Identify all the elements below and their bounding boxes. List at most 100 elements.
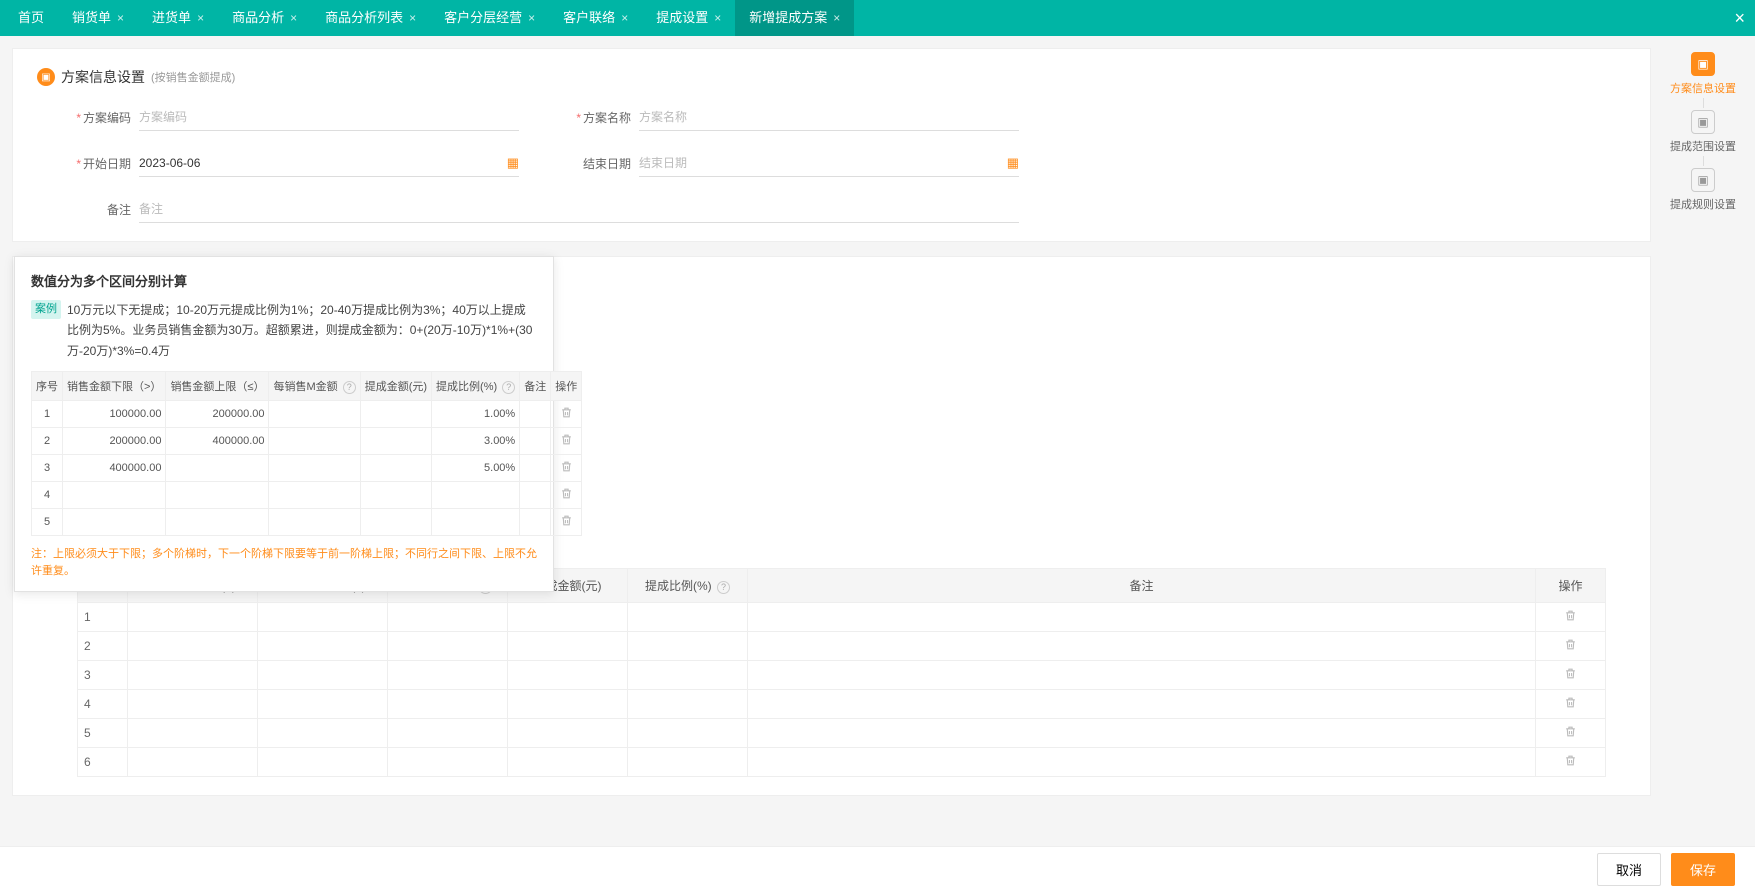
close-icon[interactable]: × <box>833 0 840 36</box>
cell-per-m[interactable] <box>269 401 360 428</box>
cell-lower[interactable] <box>128 748 258 777</box>
cell-lower[interactable] <box>63 482 166 509</box>
delete-icon[interactable] <box>560 487 573 500</box>
close-icon[interactable]: × <box>117 0 124 36</box>
cell-remark[interactable] <box>520 509 551 536</box>
delete-icon[interactable] <box>1564 667 1577 680</box>
cell-ratio[interactable]: 3.00% <box>432 428 520 455</box>
cell-upper[interactable]: 400000.00 <box>166 428 269 455</box>
tab-home[interactable]: 首页 <box>4 0 58 36</box>
cell-remark[interactable] <box>748 661 1536 690</box>
delete-icon[interactable] <box>560 514 573 527</box>
tab-product-analysis-list[interactable]: 商品分析列表× <box>311 0 430 36</box>
close-icon[interactable]: × <box>621 0 628 36</box>
cell-ratio[interactable]: 1.00% <box>432 401 520 428</box>
delete-icon[interactable] <box>1564 638 1577 651</box>
cell-upper[interactable] <box>258 632 388 661</box>
cell-per-m[interactable] <box>388 632 508 661</box>
cell-upper[interactable] <box>258 748 388 777</box>
cell-upper[interactable] <box>258 603 388 632</box>
cell-amount[interactable] <box>360 428 431 455</box>
cell-remark[interactable] <box>520 401 551 428</box>
close-icon[interactable]: × <box>409 0 416 36</box>
cell-ratio[interactable] <box>628 719 748 748</box>
cell-ratio[interactable] <box>628 603 748 632</box>
delete-icon[interactable] <box>560 406 573 419</box>
cell-ratio[interactable] <box>432 482 520 509</box>
cell-amount[interactable] <box>508 690 628 719</box>
save-button[interactable]: 保存 <box>1671 853 1735 886</box>
cell-upper[interactable] <box>166 482 269 509</box>
remark-input[interactable] <box>139 202 1019 216</box>
delete-icon[interactable] <box>560 460 573 473</box>
cell-lower[interactable] <box>128 632 258 661</box>
delete-icon[interactable] <box>1564 725 1577 738</box>
close-icon[interactable]: × <box>714 0 721 36</box>
cell-remark[interactable] <box>520 482 551 509</box>
tab-product-analysis[interactable]: 商品分析× <box>218 0 311 36</box>
start-date-input[interactable] <box>139 156 507 170</box>
cell-ratio[interactable] <box>628 748 748 777</box>
cell-amount[interactable] <box>360 509 431 536</box>
cell-amount[interactable] <box>508 748 628 777</box>
tab-commission-settings[interactable]: 提成设置× <box>642 0 735 36</box>
cell-amount[interactable] <box>508 719 628 748</box>
delete-icon[interactable] <box>1564 609 1577 622</box>
delete-icon[interactable] <box>1564 754 1577 767</box>
cell-per-m[interactable] <box>388 603 508 632</box>
cell-remark[interactable] <box>520 455 551 482</box>
delete-icon[interactable] <box>1564 696 1577 709</box>
cell-lower[interactable] <box>128 690 258 719</box>
tab-customer-contact[interactable]: 客户联络× <box>549 0 642 36</box>
cell-remark[interactable] <box>748 748 1536 777</box>
cell-lower[interactable] <box>128 603 258 632</box>
cell-remark[interactable] <box>748 603 1536 632</box>
cell-ratio[interactable] <box>628 661 748 690</box>
cell-lower[interactable] <box>63 509 166 536</box>
calendar-icon[interactable]: ▦ <box>507 155 519 171</box>
cell-per-m[interactable] <box>269 509 360 536</box>
cell-upper[interactable] <box>258 661 388 690</box>
cell-ratio[interactable] <box>628 632 748 661</box>
cell-ratio[interactable]: 5.00% <box>432 455 520 482</box>
cell-upper[interactable] <box>258 690 388 719</box>
cell-remark[interactable] <box>748 690 1536 719</box>
cell-per-m[interactable] <box>269 482 360 509</box>
cell-lower[interactable]: 200000.00 <box>63 428 166 455</box>
delete-icon[interactable] <box>560 433 573 446</box>
cell-per-m[interactable] <box>388 719 508 748</box>
cell-per-m[interactable] <box>269 428 360 455</box>
cell-ratio[interactable] <box>628 690 748 719</box>
cell-remark[interactable] <box>520 428 551 455</box>
cancel-button[interactable]: 取消 <box>1597 853 1661 886</box>
cell-upper[interactable] <box>258 719 388 748</box>
tab-customer-tier[interactable]: 客户分层经营× <box>430 0 549 36</box>
end-date-input[interactable] <box>639 156 1007 170</box>
cell-lower[interactable]: 100000.00 <box>63 401 166 428</box>
plan-name-input[interactable] <box>639 110 1019 124</box>
close-all-icon[interactable]: × <box>1734 8 1745 29</box>
nav-step-info[interactable]: ▣ 方案信息设置 <box>1670 52 1736 96</box>
cell-amount[interactable] <box>360 482 431 509</box>
cell-remark[interactable] <box>748 632 1536 661</box>
tab-purchase[interactable]: 进货单× <box>138 0 218 36</box>
cell-amount[interactable] <box>508 661 628 690</box>
cell-per-m[interactable] <box>388 690 508 719</box>
plan-code-input[interactable] <box>139 110 519 124</box>
cell-lower[interactable]: 400000.00 <box>63 455 166 482</box>
cell-upper[interactable] <box>166 455 269 482</box>
cell-per-m[interactable] <box>269 455 360 482</box>
nav-step-scope[interactable]: ▣ 提成范围设置 <box>1670 110 1736 154</box>
cell-lower[interactable] <box>128 661 258 690</box>
cell-per-m[interactable] <box>388 661 508 690</box>
tab-sales[interactable]: 销货单× <box>58 0 138 36</box>
cell-per-m[interactable] <box>388 748 508 777</box>
help-icon[interactable]: ? <box>717 581 730 594</box>
close-icon[interactable]: × <box>197 0 204 36</box>
cell-upper[interactable] <box>166 509 269 536</box>
tab-new-commission-plan[interactable]: 新增提成方案× <box>735 0 854 36</box>
cell-amount[interactable] <box>360 455 431 482</box>
cell-amount[interactable] <box>508 603 628 632</box>
cell-remark[interactable] <box>748 719 1536 748</box>
cell-amount[interactable] <box>508 632 628 661</box>
